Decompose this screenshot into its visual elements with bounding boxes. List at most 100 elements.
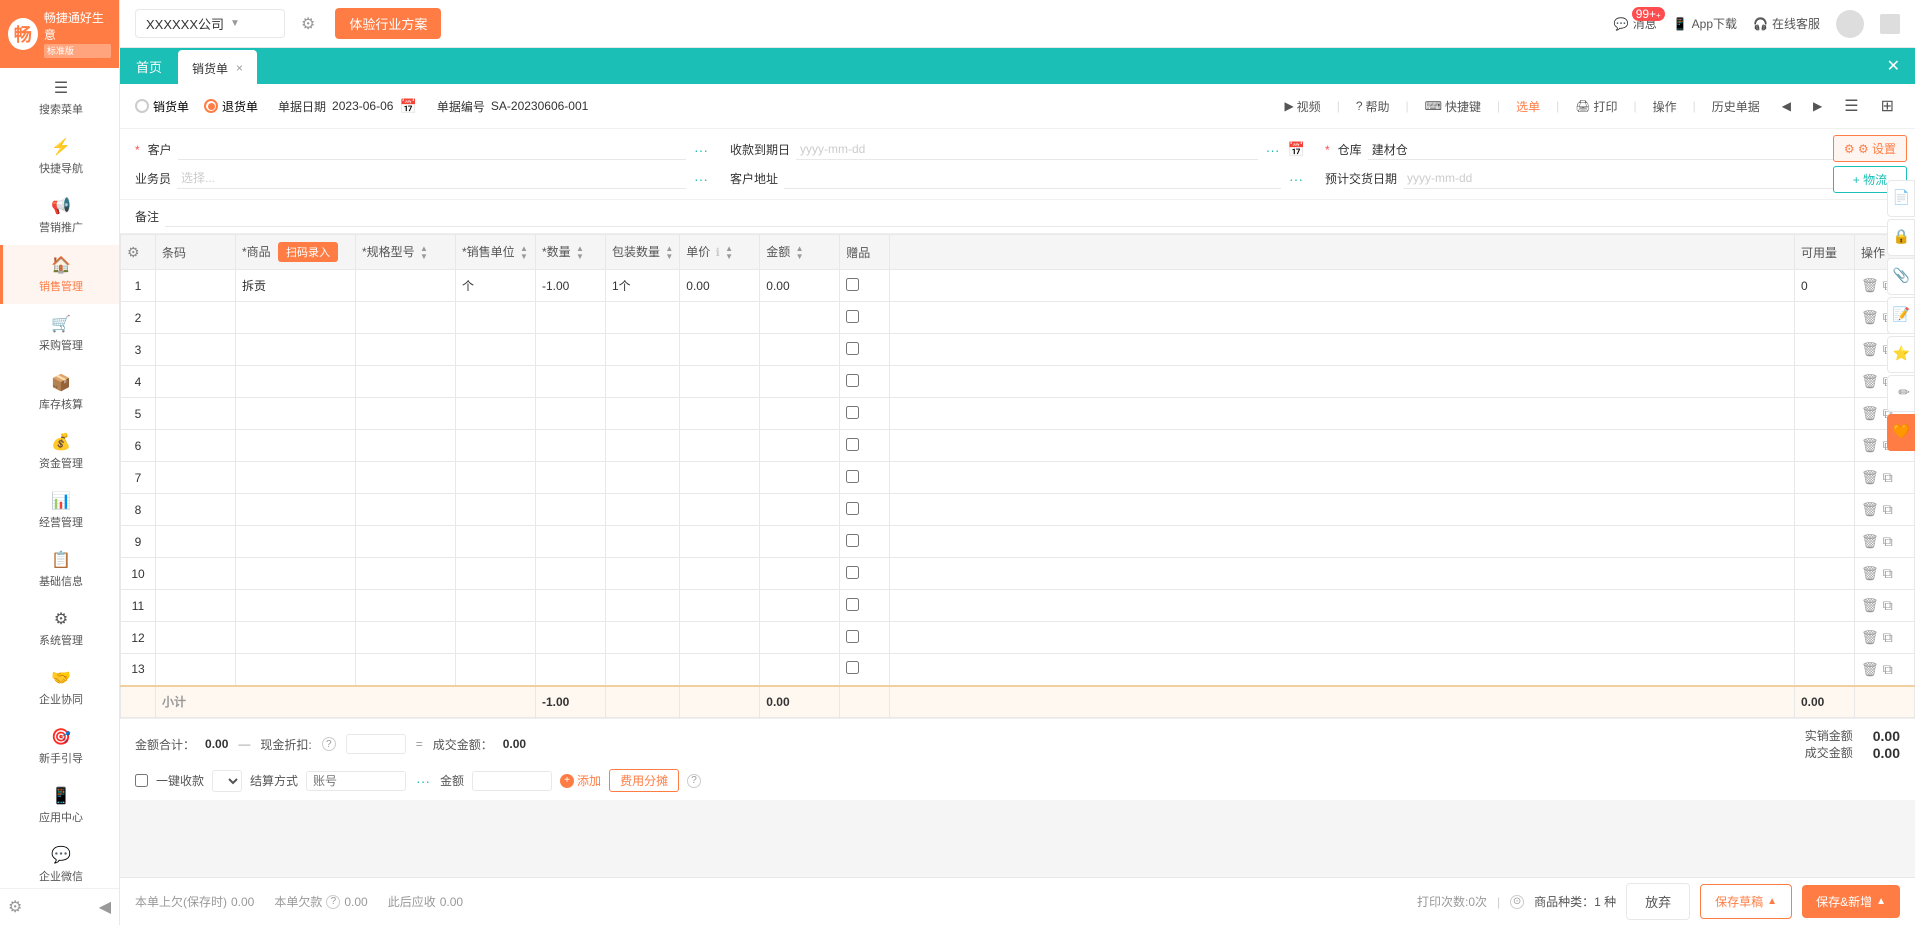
tab-sale-order[interactable]: 销货单 ×	[178, 50, 257, 86]
one-click-payment-checkbox[interactable]	[135, 774, 148, 787]
gift-checkbox[interactable]	[846, 661, 859, 674]
gift-checkbox[interactable]	[846, 310, 859, 323]
toolbar-history-btn[interactable]: 历史单据	[1706, 96, 1766, 117]
toolbar-help-btn[interactable]: ? 帮助	[1350, 96, 1396, 117]
rfb-star-icon[interactable]: ⭐	[1887, 336, 1915, 373]
price-sort-icon[interactable]: ▲▼	[725, 245, 733, 261]
sidebar-item-system[interactable]: ⚙ 系统管理	[0, 599, 119, 658]
row-delete-btn[interactable]: 🗑	[1861, 533, 1879, 550]
expense-help-icon[interactable]: ?	[687, 774, 701, 788]
row-unit[interactable]: 个	[456, 270, 536, 302]
row-product[interactable]: 拆贡	[236, 270, 356, 302]
toolbar-print-btn[interactable]: 🖨 打印	[1569, 96, 1623, 117]
customer-select-btn[interactable]: ···	[692, 142, 710, 158]
toolbar-shortcut-btn[interactable]: ⌨ 快捷键	[1419, 96, 1487, 117]
abandon-btn[interactable]: 放弃	[1626, 883, 1690, 920]
customer-addr-select-btn[interactable]: ···	[1287, 171, 1305, 187]
discount-help-icon[interactable]: ?	[322, 737, 336, 751]
sidebar-item-marketing[interactable]: 📢 营销推广	[0, 186, 119, 245]
toolbar-view-grid-btn[interactable]: ⊞	[1875, 94, 1900, 118]
row-price[interactable]: 0.00	[680, 270, 760, 302]
row-amount[interactable]: 0.00	[760, 270, 840, 302]
discount-input[interactable]	[346, 734, 406, 754]
expected-delivery-input[interactable]	[1403, 168, 1877, 189]
row-delete-btn[interactable]: 🗑	[1861, 437, 1879, 454]
radio-sale[interactable]: 销货单	[135, 98, 189, 115]
row-copy-btn[interactable]: ⧉	[1883, 565, 1893, 582]
tab-close-far-btn[interactable]: ✕	[1887, 56, 1900, 76]
gift-checkbox[interactable]	[846, 566, 859, 579]
toolbar-next-btn[interactable]: ▶	[1807, 97, 1828, 115]
due-date-calendar-icon[interactable]: 📅	[1288, 141, 1305, 158]
gift-checkbox[interactable]	[846, 534, 859, 547]
pack-sort-icon[interactable]: ▲▼	[665, 245, 673, 261]
row-copy-btn[interactable]: ⧉	[1883, 597, 1893, 614]
sidebar-item-wechat[interactable]: 💬 企业微信	[0, 835, 119, 888]
radio-return[interactable]: 退货单	[204, 98, 258, 115]
th-settings[interactable]: ⚙	[121, 235, 156, 270]
rfb-attach-icon[interactable]: 📎	[1887, 258, 1915, 295]
rfb-note-icon[interactable]: 📝	[1887, 297, 1915, 334]
row-copy-btn[interactable]: ⧉	[1883, 469, 1893, 486]
sidebar-settings-btn[interactable]: ⚙	[8, 897, 22, 917]
sidebar-item-guide[interactable]: 🎯 新手引导	[0, 717, 119, 776]
row-gift[interactable]	[840, 270, 890, 302]
user-menu[interactable]	[1880, 14, 1900, 34]
sidebar-item-operations[interactable]: 📊 经营管理	[0, 481, 119, 540]
gift-checkbox[interactable]	[846, 342, 859, 355]
message-btn[interactable]: 💬 消息 99++	[1614, 15, 1657, 32]
row-delete-btn[interactable]: 🗑	[1861, 277, 1879, 294]
rfb-edit-icon[interactable]: ✏	[1887, 375, 1915, 412]
save-new-btn[interactable]: 保存&新增 ▲	[1802, 885, 1900, 918]
qty-sort-icon[interactable]: ▲▼	[576, 245, 584, 261]
tab-home[interactable]: 首页	[120, 48, 178, 84]
spec-sort-icon[interactable]: ▲▼	[420, 245, 428, 261]
row-delete-btn[interactable]: 🗑	[1861, 565, 1879, 582]
scan-btn[interactable]: 扫码录入	[278, 242, 338, 262]
row-copy-btn[interactable]: ⧉	[1883, 661, 1893, 678]
sidebar-item-basic-info[interactable]: 📋 基础信息	[0, 540, 119, 599]
save-draft-btn[interactable]: 保存草稿 ▲	[1700, 884, 1792, 919]
gift-checkbox[interactable]	[846, 406, 859, 419]
sidebar-item-sales[interactable]: 🏠 销售管理	[0, 245, 119, 304]
debit-help-icon[interactable]: ?	[326, 895, 340, 909]
rfb-lock-icon[interactable]: 🔒	[1887, 219, 1915, 256]
company-selector[interactable]: XXXXXX公司 ▼	[135, 9, 285, 38]
expense-split-btn[interactable]: 费用分摊	[609, 769, 679, 792]
amount-sort-icon[interactable]: ▲▼	[796, 245, 804, 261]
row-delete-btn[interactable]: 🗑	[1861, 309, 1879, 326]
row-delete-btn[interactable]: 🗑	[1861, 501, 1879, 518]
header-gear-icon[interactable]: ⚙	[301, 14, 315, 34]
due-date-select-btn[interactable]: ···	[1264, 142, 1282, 158]
toolbar-ops-btn[interactable]: 操作	[1647, 96, 1683, 117]
settlement-method-select[interactable]	[212, 770, 242, 792]
online-service-btn[interactable]: 🎧 在线客服	[1753, 15, 1820, 32]
row-delete-btn[interactable]: 🗑	[1861, 597, 1879, 614]
row-qty[interactable]: -1.00	[536, 270, 606, 302]
row-spec[interactable]	[356, 270, 456, 302]
tab-close-btn[interactable]: ×	[236, 61, 243, 75]
warehouse-input[interactable]	[1368, 139, 1876, 160]
gift-checkbox[interactable]	[846, 630, 859, 643]
sidebar-item-search[interactable]: ☰ 搜索菜单	[0, 68, 119, 127]
trial-button[interactable]: 体验行业方案	[335, 8, 441, 39]
customer-input[interactable]	[178, 139, 686, 160]
toolbar-choose-btn[interactable]: 选单	[1510, 96, 1546, 117]
sidebar-item-quick-nav[interactable]: ⚡ 快捷导航	[0, 127, 119, 186]
row-barcode[interactable]	[156, 270, 236, 302]
add-payment-btn[interactable]: + 添加	[560, 772, 601, 789]
price-info-icon[interactable]: ℹ	[716, 247, 720, 259]
row-copy-btn[interactable]: ⧉	[1883, 533, 1893, 550]
row-delete-btn[interactable]: 🗑	[1861, 661, 1879, 678]
settings-side-btn[interactable]: ⚙ ⚙ 设置	[1833, 135, 1907, 162]
sidebar-collapse-btn[interactable]: ◀	[99, 897, 111, 917]
row-copy-btn[interactable]: ⧉	[1883, 501, 1893, 518]
row-delete-btn[interactable]: 🗑	[1861, 341, 1879, 358]
toolbar-view-list-btn[interactable]: ☰	[1838, 94, 1864, 118]
customer-addr-input[interactable]	[784, 168, 1281, 189]
gift-checkbox[interactable]	[846, 374, 859, 387]
date-calendar-icon[interactable]: 📅	[399, 98, 416, 115]
sidebar-item-purchase[interactable]: 🛒 采购管理	[0, 304, 119, 363]
salesperson-input[interactable]	[177, 168, 686, 189]
notes-input[interactable]	[165, 206, 1900, 227]
